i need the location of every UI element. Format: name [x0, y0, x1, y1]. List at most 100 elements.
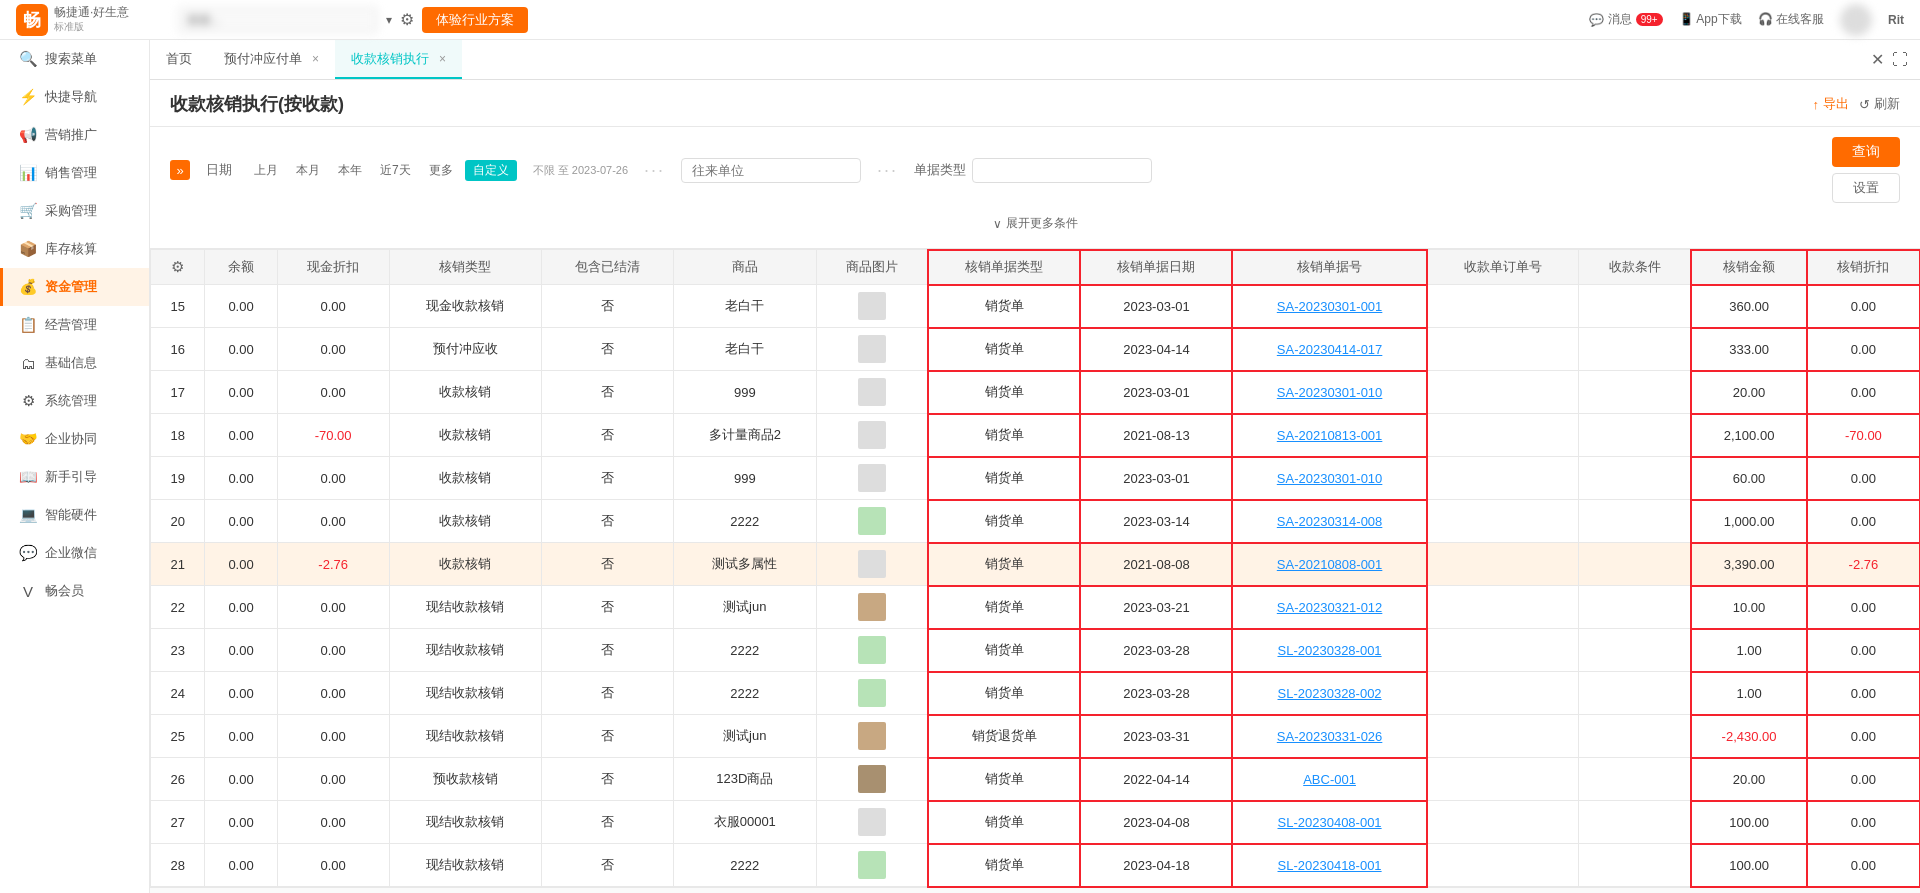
- date-quick-group: 上月 本月 本年 近7天 更多 自定义: [248, 160, 517, 181]
- doc-type-select[interactable]: 销货单 销货退货单: [972, 158, 1152, 183]
- collab-icon: 🤝: [19, 430, 37, 448]
- cell-doc-no[interactable]: ABC-001: [1232, 758, 1426, 801]
- system-icon: ⚙: [19, 392, 37, 410]
- cell-doc-no[interactable]: SA-20230301-010: [1232, 457, 1426, 500]
- cell-discount: 0.00: [1807, 629, 1919, 672]
- cell-included: 否: [541, 285, 673, 328]
- cell-doc-no[interactable]: SA-20230331-026: [1232, 715, 1426, 758]
- table-row: 25 0.00 0.00 现结收款核销 否 测试jun 销货退货单 2023-0…: [151, 715, 1920, 758]
- cell-product: 2222: [673, 672, 816, 715]
- sidebar-item-marketing[interactable]: 📢 营销推广: [0, 116, 149, 154]
- cell-doc-no[interactable]: SL-20230328-002: [1232, 672, 1426, 715]
- cell-product-img: [816, 414, 928, 457]
- col-settings-icon[interactable]: ⚙: [171, 258, 184, 275]
- cell-type: 收款核销: [389, 371, 541, 414]
- tab-maximize-icon[interactable]: ⛶: [1892, 51, 1908, 69]
- funds-icon: 💰: [19, 278, 37, 296]
- sidebar-item-purchase[interactable]: 🛒 采购管理: [0, 192, 149, 230]
- sidebar-item-search[interactable]: 🔍 搜索菜单: [0, 40, 149, 78]
- cell-doc-type: 销货单: [928, 371, 1080, 414]
- sidebar-item-management[interactable]: 📋 经营管理: [0, 306, 149, 344]
- cell-doc-no[interactable]: SA-20230414-017: [1232, 328, 1426, 371]
- sidebar-item-hardware[interactable]: 💻 智能硬件: [0, 496, 149, 534]
- cell-amount: 1.00: [1691, 672, 1808, 715]
- date-btn-lastmonth[interactable]: 上月: [248, 160, 284, 181]
- cell-product: 999: [673, 457, 816, 500]
- app-download-link[interactable]: 📱 App下载: [1679, 11, 1742, 28]
- cell-doc-no[interactable]: SA-20230301-010: [1232, 371, 1426, 414]
- cell-discount: 0.00: [1807, 328, 1919, 371]
- sidebar-item-sales[interactable]: 📊 销售管理: [0, 154, 149, 192]
- date-filter-label: 日期: [206, 161, 232, 179]
- cell-product: 测试多属性: [673, 543, 816, 586]
- table-row: 28 0.00 0.00 现结收款核销 否 2222 销货单 2023-04-1…: [151, 844, 1920, 887]
- industry-btn[interactable]: 体验行业方案: [422, 7, 528, 33]
- app-download-label: App下载: [1696, 12, 1741, 26]
- filter-toggle-btn[interactable]: »: [170, 160, 190, 180]
- page-title: 收款核销执行(按收款): [170, 92, 344, 116]
- cell-doc-no[interactable]: SL-20230418-001: [1232, 844, 1426, 887]
- sidebar-label-marketing: 营销推广: [45, 126, 97, 144]
- expand-label: 展开更多条件: [1006, 215, 1078, 232]
- export-button[interactable]: ↑ 导出: [1813, 95, 1850, 113]
- settings-button[interactable]: 设置: [1832, 173, 1900, 203]
- online-service-link[interactable]: 🎧 在线客服: [1758, 11, 1824, 28]
- expand-conditions-btn[interactable]: ∨ 展开更多条件: [993, 215, 1078, 232]
- cell-receipt-no: [1427, 414, 1579, 457]
- cell-doc-no[interactable]: SA-20230314-008: [1232, 500, 1426, 543]
- sidebar-item-system[interactable]: ⚙ 系统管理: [0, 382, 149, 420]
- home-label: 首页: [166, 50, 192, 68]
- refresh-button[interactable]: ↺ 刷新: [1859, 95, 1900, 113]
- tab-prepaid[interactable]: 预付冲应付单 ×: [208, 40, 335, 79]
- cell-doc-type: 销货单: [928, 414, 1080, 457]
- top-bar: 畅 畅捷通·好生意 标准版 ▾ ⚙ 体验行业方案 💬 消息 99+ 📱 App下…: [0, 0, 1920, 40]
- cell-doc-no[interactable]: SL-20230408-001: [1232, 801, 1426, 844]
- sidebar-item-collab[interactable]: 🤝 企业协同: [0, 420, 149, 458]
- cell-receipt-no: [1427, 629, 1579, 672]
- sidebar-item-guide[interactable]: 📖 新手引导: [0, 458, 149, 496]
- cell-doc-date: 2023-03-01: [1080, 371, 1232, 414]
- th-settings[interactable]: ⚙: [151, 250, 205, 285]
- cell-included: 否: [541, 629, 673, 672]
- message-label: 消息: [1608, 11, 1632, 28]
- top-search-input[interactable]: [178, 7, 378, 33]
- cell-receipt-no: [1427, 758, 1579, 801]
- cell-amount: 2,100.00: [1691, 414, 1808, 457]
- dropdown-chevron[interactable]: ▾: [386, 13, 392, 27]
- user-avatar[interactable]: [1840, 4, 1872, 36]
- sidebar-item-basic[interactable]: 🗂 基础信息: [0, 344, 149, 382]
- settings-gear-icon[interactable]: ⚙: [400, 10, 414, 29]
- sidebar-item-funds[interactable]: 💰 资金管理: [0, 268, 149, 306]
- cell-no: 17: [151, 371, 205, 414]
- prepaid-close-icon[interactable]: ×: [312, 52, 319, 66]
- cell-doc-no[interactable]: SA-20230321-012: [1232, 586, 1426, 629]
- cell-doc-no[interactable]: SL-20230328-001: [1232, 629, 1426, 672]
- cell-receipt-cond: [1579, 801, 1691, 844]
- cell-amount: 1.00: [1691, 629, 1808, 672]
- cell-doc-no[interactable]: SA-20210813-001: [1232, 414, 1426, 457]
- table-row: 20 0.00 0.00 收款核销 否 2222 销货单 2023-03-14 …: [151, 500, 1920, 543]
- date-btn-more[interactable]: 更多: [423, 160, 459, 181]
- cell-doc-no[interactable]: SA-20230301-001: [1232, 285, 1426, 328]
- cell-doc-no[interactable]: SA-20210808-001: [1232, 543, 1426, 586]
- tab-home[interactable]: 首页: [150, 40, 208, 79]
- date-btn-7days[interactable]: 近7天: [374, 160, 417, 181]
- query-button[interactable]: 查询: [1832, 137, 1900, 167]
- tab-close-action-icon[interactable]: ✕: [1871, 50, 1884, 69]
- sidebar-item-vip[interactable]: V 畅会员: [0, 572, 149, 610]
- cell-product: 测试jun: [673, 586, 816, 629]
- date-custom-btn[interactable]: 自定义: [465, 160, 517, 181]
- date-btn-thismonth[interactable]: 本月: [290, 160, 326, 181]
- message-section[interactable]: 💬 消息 99+: [1589, 11, 1663, 28]
- receipt-exec-close-icon[interactable]: ×: [439, 52, 446, 66]
- sidebar-item-wechat[interactable]: 💬 企业微信: [0, 534, 149, 572]
- cell-receipt-no: [1427, 672, 1579, 715]
- sidebar-item-quicknav[interactable]: ⚡ 快捷导航: [0, 78, 149, 116]
- unit-filter-input[interactable]: [681, 158, 861, 183]
- filter-dots[interactable]: ···: [644, 160, 665, 181]
- sidebar-item-inventory[interactable]: 📦 库存核算: [0, 230, 149, 268]
- tab-receipt-exec[interactable]: 收款核销执行 ×: [335, 40, 462, 79]
- date-btn-thisyear[interactable]: 本年: [332, 160, 368, 181]
- cell-receipt-cond: [1579, 285, 1691, 328]
- cell-cash-discount: 0.00: [277, 285, 389, 328]
